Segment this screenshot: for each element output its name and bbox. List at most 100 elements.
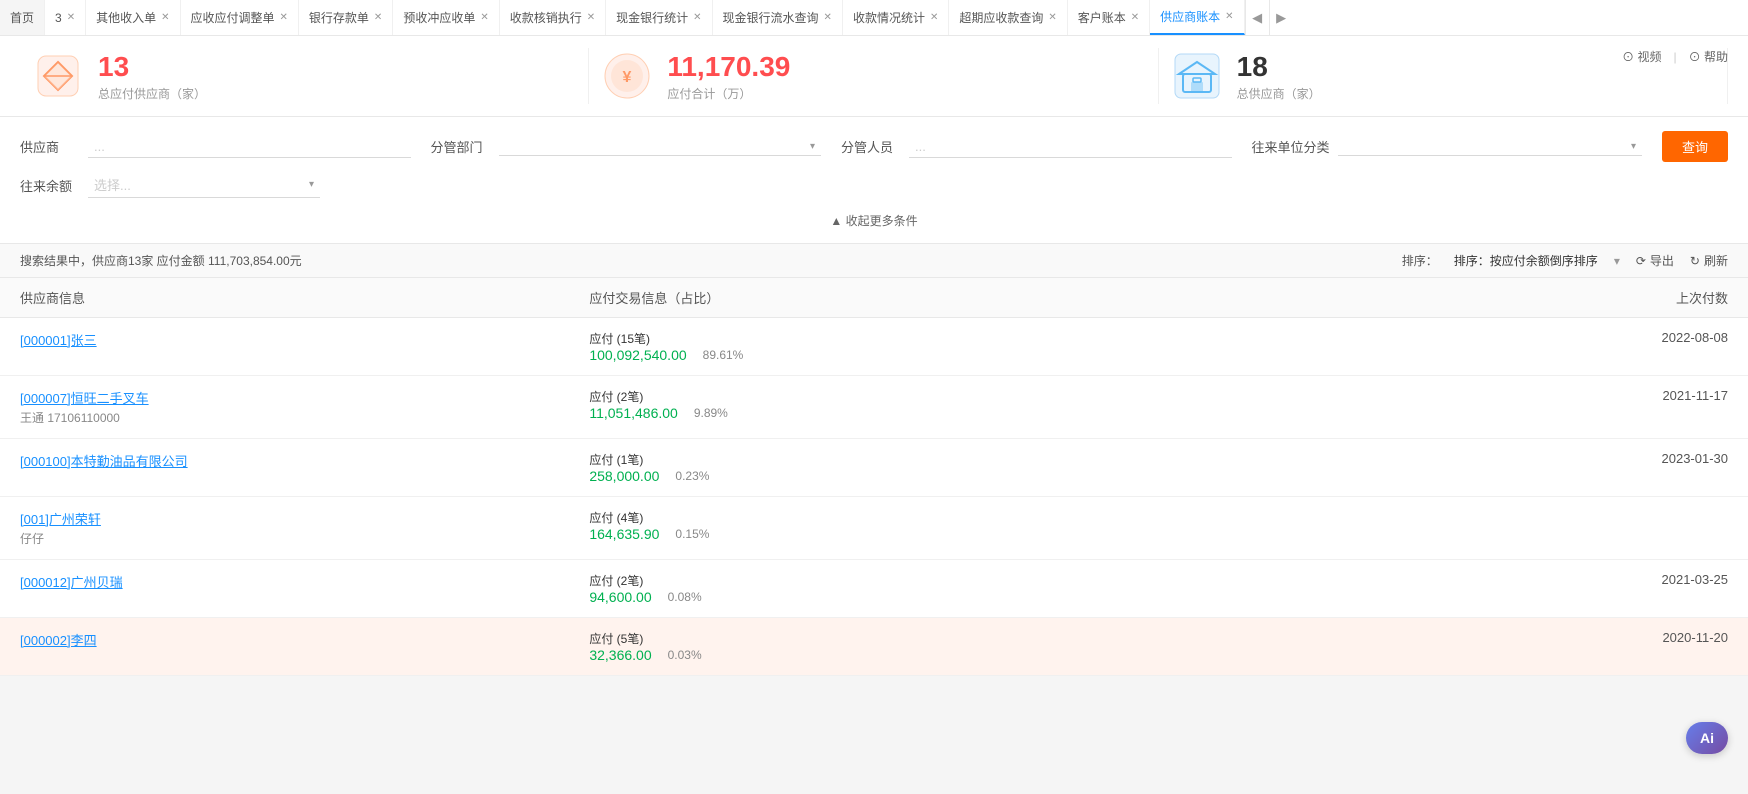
person-filter-label: 分管人员	[841, 137, 901, 156]
sort-chevron-icon: ▾	[1614, 254, 1620, 268]
nav-collection-stat-close[interactable]: ✕	[930, 12, 938, 23]
transaction-col: 应付 (2笔) 94,600.00 0.08%	[589, 572, 1272, 605]
video-link[interactable]: ⊙ 视频	[1622, 48, 1661, 65]
nav-collection-exec-label: 收款核销执行	[510, 9, 582, 26]
transaction-col: 应付 (2笔) 11,051,486.00 9.89%	[589, 388, 1272, 421]
tx-amount[interactable]: 11,051,486.00	[589, 405, 678, 421]
nav-collection-exec[interactable]: 收款核销执行 ✕	[500, 0, 606, 35]
lastpay-col: 2022-08-08	[1273, 330, 1728, 345]
nav-scroll-right[interactable]: ▶	[1269, 0, 1293, 35]
nav-other-income[interactable]: 其他收入单 ✕	[86, 0, 180, 35]
tx-amount[interactable]: 164,635.90	[589, 526, 659, 542]
tx-amount[interactable]: 32,366.00	[589, 647, 651, 663]
supplier-name[interactable]: [000012]广州贝瑞	[20, 572, 589, 591]
nav-overdue[interactable]: 超期应收款查询 ✕	[949, 0, 1067, 35]
nav-collection-stat-label: 收款情况统计	[853, 9, 925, 26]
nav-home[interactable]: 首页	[0, 0, 45, 35]
store-icon	[1169, 48, 1225, 104]
person-filter-input[interactable]	[909, 136, 1232, 158]
balance-placeholder: 选择...	[94, 175, 131, 194]
export-button[interactable]: ⟳ 导出	[1636, 252, 1674, 269]
refresh-label: 刷新	[1704, 252, 1728, 269]
nav-other-income-close[interactable]: ✕	[161, 12, 169, 23]
supplier-name[interactable]: [000001]张三	[20, 330, 589, 349]
nav-tab-3[interactable]: 3 ✕	[45, 0, 86, 35]
collapse-icon: ▲	[830, 214, 845, 228]
collapse-label: 收起更多条件	[846, 214, 918, 228]
nav-cash-flow-label: 现金银行流水查询	[723, 9, 819, 26]
table-row[interactable]: [000007]恒旺二手叉车 王通 17106110000 应付 (2笔) 11…	[0, 376, 1748, 439]
tx-pct: 0.08%	[668, 590, 702, 604]
tx-label: 应付 (2笔)	[589, 388, 1272, 405]
nav-cash-flow-close[interactable]: ✕	[824, 12, 832, 23]
supplier-name[interactable]: [000007]恒旺二手叉车	[20, 388, 589, 407]
col-header-lastpay: 上次付数	[1273, 288, 1728, 307]
stat-total-suppliers-value: 18	[1237, 50, 1321, 84]
nav-advance-collection-close[interactable]: ✕	[480, 12, 488, 23]
nav-bank-deposit-close[interactable]: ✕	[374, 12, 382, 23]
nav-customer-ledger[interactable]: 客户账本 ✕	[1068, 0, 1150, 35]
supplier-col: [000012]广州贝瑞	[20, 572, 589, 591]
balance-filter-select[interactable]: 选择... ▾	[88, 172, 320, 198]
transaction-col: 应付 (5笔) 32,366.00 0.03%	[589, 630, 1272, 663]
stats-bar: 13 总应付供应商（家） ¥ 11,170.39 应付合计（万）	[0, 36, 1748, 117]
supplier-name[interactable]: [000100]本特勤油品有限公司	[20, 451, 589, 470]
stat-total-suppliers-label: 总供应商（家）	[1237, 85, 1321, 102]
table-row[interactable]: [001]广州荣轩 仔仔 应付 (4笔) 164,635.90 0.15%	[0, 497, 1748, 560]
tx-amount[interactable]: 258,000.00	[589, 468, 659, 484]
help-link[interactable]: ⊙ 帮助	[1689, 48, 1728, 65]
tx-pct: 9.89%	[694, 406, 728, 420]
nav-customer-ledger-close[interactable]: ✕	[1131, 12, 1139, 23]
table-row[interactable]: [000100]本特勤油品有限公司 应付 (1笔) 258,000.00 0.2…	[0, 439, 1748, 497]
refresh-button[interactable]: ↻ 刷新	[1690, 252, 1728, 269]
last-pay-date: 2023-01-30	[1662, 451, 1729, 466]
sort-label: 排序：	[1402, 252, 1438, 269]
tx-pct: 0.23%	[675, 469, 709, 483]
stat-payable-total-label: 应付合计（万）	[667, 85, 790, 102]
nav-collection-stat[interactable]: 收款情况统计 ✕	[843, 0, 949, 35]
sort-value[interactable]: 排序：按应付余额倒序排序	[1454, 252, 1598, 269]
supplier-filter-input[interactable]	[88, 136, 411, 158]
supplier-name[interactable]: [001]广州荣轩	[20, 509, 589, 528]
nav-advance-collection-label: 预收冲应收单	[403, 9, 475, 26]
nav-cash-stats-close[interactable]: ✕	[693, 12, 701, 23]
nav-adjustment[interactable]: 应收应付调整单 ✕	[181, 0, 299, 35]
dept-filter-select[interactable]: ▾	[499, 138, 822, 156]
nav-cash-stats[interactable]: 现金银行统计 ✕	[606, 0, 712, 35]
nav-supplier-ledger-close[interactable]: ✕	[1225, 11, 1233, 22]
lastpay-col: 2023-01-30	[1273, 451, 1728, 466]
collapse-bar[interactable]: ▲ 收起更多条件	[20, 208, 1728, 233]
table-row[interactable]: [000002]李四 应付 (5笔) 32,366.00 0.03% 2020-…	[0, 618, 1748, 676]
nav-overdue-close[interactable]: ✕	[1048, 12, 1056, 23]
tx-amount[interactable]: 94,600.00	[589, 589, 651, 605]
transaction-col: 应付 (15笔) 100,092,540.00 89.61%	[589, 330, 1272, 363]
filter-supplier: 供应商	[20, 136, 411, 158]
ai-badge[interactable]: Ai	[1686, 722, 1728, 754]
dept-filter-label: 分管部门	[431, 137, 491, 156]
nav-supplier-ledger[interactable]: 供应商账本 ✕	[1150, 0, 1244, 35]
filter-row-1: 供应商 分管部门 ▾ 分管人员 往来单位分类 ▾ 查询	[20, 131, 1728, 162]
nav-adjustment-close[interactable]: ✕	[280, 12, 288, 23]
nav-cash-flow[interactable]: 现金银行流水查询 ✕	[713, 0, 843, 35]
tx-amount[interactable]: 100,092,540.00	[589, 347, 686, 363]
transaction-col: 应付 (4笔) 164,635.90 0.15%	[589, 509, 1272, 542]
nav-scroll-left[interactable]: ◀	[1245, 0, 1269, 35]
table-row[interactable]: [000012]广州贝瑞 应付 (2笔) 94,600.00 0.08% 202…	[0, 560, 1748, 618]
supplier-name[interactable]: [000002]李四	[20, 630, 589, 649]
nav-tab-3-close[interactable]: ✕	[67, 12, 75, 23]
stat-payable-suppliers-label: 总应付供应商（家）	[98, 85, 206, 102]
nav-bank-deposit[interactable]: 银行存款单 ✕	[299, 0, 393, 35]
export-icon: ⟳	[1636, 254, 1646, 268]
nav-collection-exec-close[interactable]: ✕	[587, 12, 595, 23]
table-row[interactable]: [000001]张三 应付 (15笔) 100,092,540.00 89.61…	[0, 318, 1748, 376]
nav-advance-collection[interactable]: 预收冲应收单 ✕	[393, 0, 499, 35]
last-pay-date: 2021-03-25	[1662, 572, 1729, 587]
table-header: 供应商信息 应付交易信息（占比） 上次付数	[0, 278, 1748, 318]
transaction-col: 应付 (1笔) 258,000.00 0.23%	[589, 451, 1272, 484]
search-button[interactable]: 查询	[1662, 131, 1728, 162]
category-filter-select[interactable]: ▾	[1338, 138, 1642, 156]
nav-cash-stats-label: 现金银行统计	[616, 9, 688, 26]
col-header-transaction: 应付交易信息（占比）	[589, 288, 1272, 307]
tx-pct: 0.03%	[668, 648, 702, 662]
tx-label: 应付 (2笔)	[589, 572, 1272, 589]
